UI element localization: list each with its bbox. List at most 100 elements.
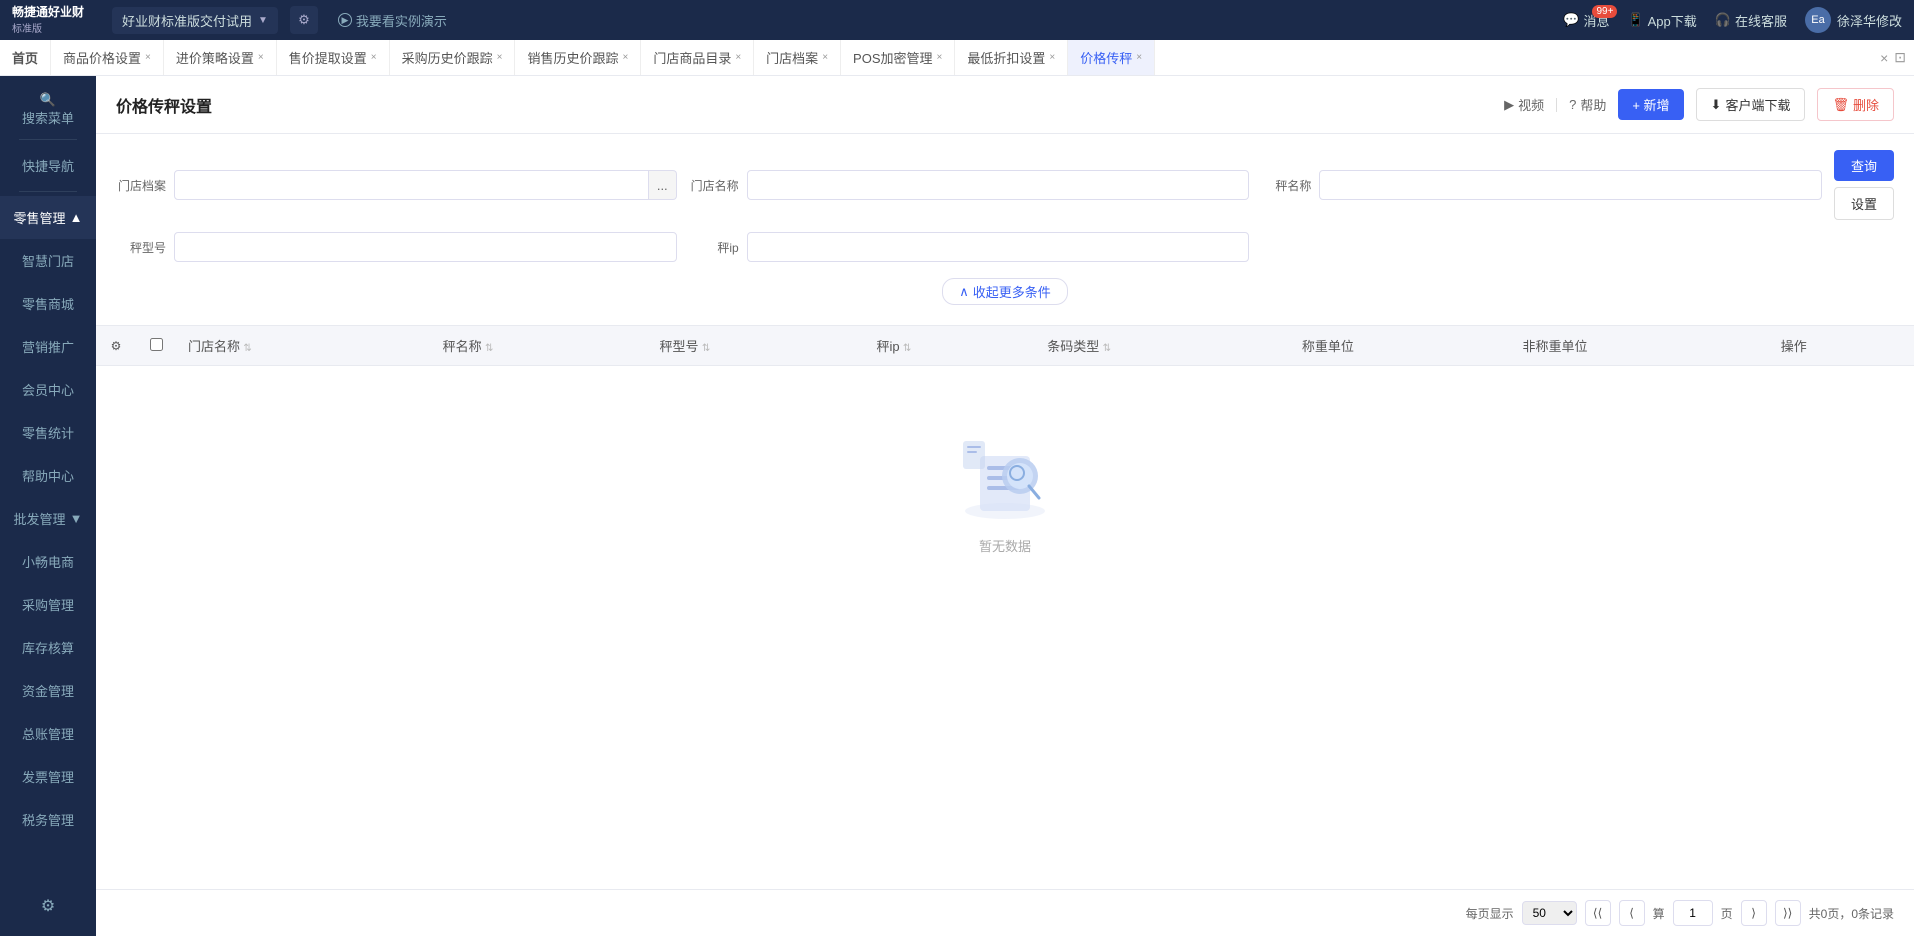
sidebar: 🔍 搜索菜单 快捷导航 零售管理 ▲ 智慧门店 零售商城 营销推广 会员中心 零…	[0, 76, 96, 936]
collapse-button[interactable]: ∧ 收起更多条件	[942, 278, 1068, 305]
th-checkbox[interactable]	[136, 326, 176, 366]
sidebar-item-marketing[interactable]: 营销推广	[0, 325, 96, 368]
header-actions: ▶ 视频 ? 帮助 + 新增 ⬇ 客户端下载 🗑 删除	[1504, 88, 1894, 121]
add-button[interactable]: + 新增	[1618, 89, 1683, 120]
tab-purchase-history[interactable]: 采购历史价跟踪 ×	[390, 40, 516, 76]
tab-price-scale[interactable]: 价格传秤 ×	[1068, 40, 1155, 76]
download-label: 客户端下载	[1725, 95, 1790, 114]
last-page-button[interactable]: ⟩⟩	[1775, 900, 1801, 926]
sidebar-item-inventory-label: 库存核算	[22, 638, 74, 657]
th-operation-label: 操作	[1781, 339, 1807, 354]
close-all-icon[interactable]: ×	[1880, 50, 1888, 66]
tab-close-icon[interactable]: ×	[937, 52, 943, 63]
first-page-button[interactable]: ⟨⟨	[1585, 900, 1611, 926]
trash-icon: 🗑	[1832, 97, 1849, 113]
app-download-button[interactable]: 📱 App下载	[1627, 11, 1696, 30]
scale-model-input[interactable]	[174, 232, 677, 262]
tab-store-file[interactable]: 门店档案 ×	[754, 40, 841, 76]
store-name-input[interactable]	[747, 170, 1250, 200]
sidebar-item-invoice[interactable]: 发票管理	[0, 755, 96, 798]
sidebar-item-smart-store[interactable]: 智慧门店	[0, 239, 96, 282]
tab-close-icon[interactable]: ×	[145, 52, 151, 63]
th-scale-model-label: 秤型号	[660, 339, 699, 354]
tab-close-icon[interactable]: ×	[1136, 52, 1142, 63]
sidebar-item-invoice-label: 发票管理	[22, 767, 74, 786]
tab-sales-history[interactable]: 销售历史价跟踪 ×	[515, 40, 641, 76]
tab-min-discount[interactable]: 最低折扣设置 ×	[955, 40, 1068, 76]
download-button[interactable]: ⬇ 客户端下载	[1696, 88, 1806, 121]
scale-name-input[interactable]	[1319, 170, 1822, 200]
tab-home[interactable]: 首页	[8, 40, 51, 76]
online-service-button[interactable]: 🎧 在线客服	[1715, 11, 1787, 30]
tab-close-icon[interactable]: ×	[622, 52, 628, 63]
tab-price-settings[interactable]: 商品价格设置 ×	[51, 40, 164, 76]
version-dropdown[interactable]: 好业财标准版交付试用 ▼	[112, 7, 278, 34]
store-file-input[interactable]	[174, 170, 649, 200]
tab-pos[interactable]: POS加密管理 ×	[841, 40, 955, 76]
sidebar-item-purchase[interactable]: 采购管理	[0, 583, 96, 626]
delete-button[interactable]: 🗑 删除	[1817, 88, 1894, 121]
sidebar-item-member[interactable]: 会员中心	[0, 368, 96, 411]
demo-link[interactable]: ▶ 我要看实例演示	[338, 11, 447, 30]
tab-close-icon[interactable]: ×	[371, 52, 377, 63]
sort-icon: ⇅	[1103, 343, 1111, 354]
store-file-ellipsis-button[interactable]: ...	[649, 170, 677, 200]
filter-scale-ip: 秤ip	[689, 232, 1250, 262]
sidebar-item-retail-mall[interactable]: 零售商城	[0, 282, 96, 325]
sidebar-item-retail-stats[interactable]: 零售统计	[0, 411, 96, 454]
search-icon: 🔍	[22, 92, 74, 108]
store-file-label: 门店档案	[116, 177, 166, 194]
tab-cost-strategy[interactable]: 进价策略设置 ×	[164, 40, 277, 76]
tab-sale-price[interactable]: 售价提取设置 ×	[277, 40, 390, 76]
sidebar-item-ecommerce[interactable]: 小畅电商	[0, 540, 96, 583]
filter-settings-button[interactable]: 设置	[1834, 187, 1894, 220]
sidebar-item-inventory[interactable]: 库存核算	[0, 626, 96, 669]
tab-close-icon[interactable]: ×	[258, 52, 264, 63]
th-scale-model: 秤型号 ⇅	[648, 326, 865, 366]
query-button[interactable]: 查询	[1834, 150, 1894, 181]
collapse-row: ∧ 收起更多条件	[116, 274, 1894, 309]
download-icon: ⬇	[1711, 97, 1722, 113]
page-header: 价格传秤设置 ▶ 视频 ? 帮助 + 新增 ⬇ 客户端下载	[96, 76, 1914, 134]
sidebar-item-help[interactable]: 帮助中心	[0, 454, 96, 497]
tab-pos-label: POS加密管理	[853, 48, 932, 67]
th-store-name: 门店名称 ⇅	[176, 326, 431, 366]
data-table: ⚙ 门店名称 ⇅ 秤名称 ⇅ 秤型号	[96, 326, 1914, 615]
message-button[interactable]: 💬 消息 99+	[1563, 11, 1609, 30]
tab-close-icon[interactable]: ×	[735, 52, 741, 63]
page-number-input[interactable]	[1673, 900, 1713, 926]
sidebar-item-wholesale[interactable]: 批发管理 ▼	[0, 497, 96, 540]
top-bar: 畅捷通好业财 标准版 好业财标准版交付试用 ▼ ⚙ ▶ 我要看实例演示 💬 消息…	[0, 0, 1914, 40]
settings-icon[interactable]: ⚙	[290, 6, 318, 34]
sidebar-item-purchase-label: 采购管理	[22, 595, 74, 614]
help-link[interactable]: ? 帮助	[1569, 95, 1606, 114]
sidebar-item-finance[interactable]: 资金管理	[0, 669, 96, 712]
sidebar-item-ledger[interactable]: 总账管理	[0, 712, 96, 755]
sidebar-gear-icon[interactable]: ⚙	[29, 884, 67, 928]
next-page-button[interactable]: ⟩	[1741, 900, 1767, 926]
th-barcode-type-label: 条码类型	[1047, 339, 1099, 354]
user-area[interactable]: Ea 徐泽华修改	[1805, 7, 1902, 33]
sidebar-item-wholesale-label: 批发管理	[14, 509, 66, 528]
tab-close-icon[interactable]: ×	[822, 52, 828, 63]
sort-icon: ⇅	[485, 343, 493, 354]
th-settings[interactable]: ⚙	[96, 326, 136, 366]
sort-icon: ⇅	[243, 343, 251, 354]
video-link[interactable]: ▶ 视频	[1504, 95, 1544, 114]
store-name-label: 门店名称	[689, 177, 739, 194]
sidebar-item-tax-label: 税务管理	[22, 810, 74, 829]
tab-store-catalog[interactable]: 门店商品目录 ×	[641, 40, 754, 76]
per-page-select[interactable]: 10 20 50 100	[1522, 901, 1577, 925]
expand-icon[interactable]: ⊡	[1894, 49, 1906, 66]
sidebar-quick-nav[interactable]: 快捷导航	[0, 144, 96, 187]
table-container: ⚙ 门店名称 ⇅ 秤名称 ⇅ 秤型号	[96, 326, 1914, 889]
sidebar-item-tax[interactable]: 税务管理	[0, 798, 96, 841]
prev-page-button[interactable]: ⟨	[1619, 900, 1645, 926]
tab-close-icon[interactable]: ×	[1049, 52, 1055, 63]
scale-ip-input[interactable]	[747, 232, 1250, 262]
tab-close-icon[interactable]: ×	[497, 52, 503, 63]
sidebar-search[interactable]: 🔍 搜索菜单	[22, 84, 74, 135]
select-all-checkbox[interactable]	[150, 338, 163, 351]
tab-store-file-label: 门店档案	[766, 48, 818, 67]
sidebar-item-retail[interactable]: 零售管理 ▲	[0, 196, 96, 239]
